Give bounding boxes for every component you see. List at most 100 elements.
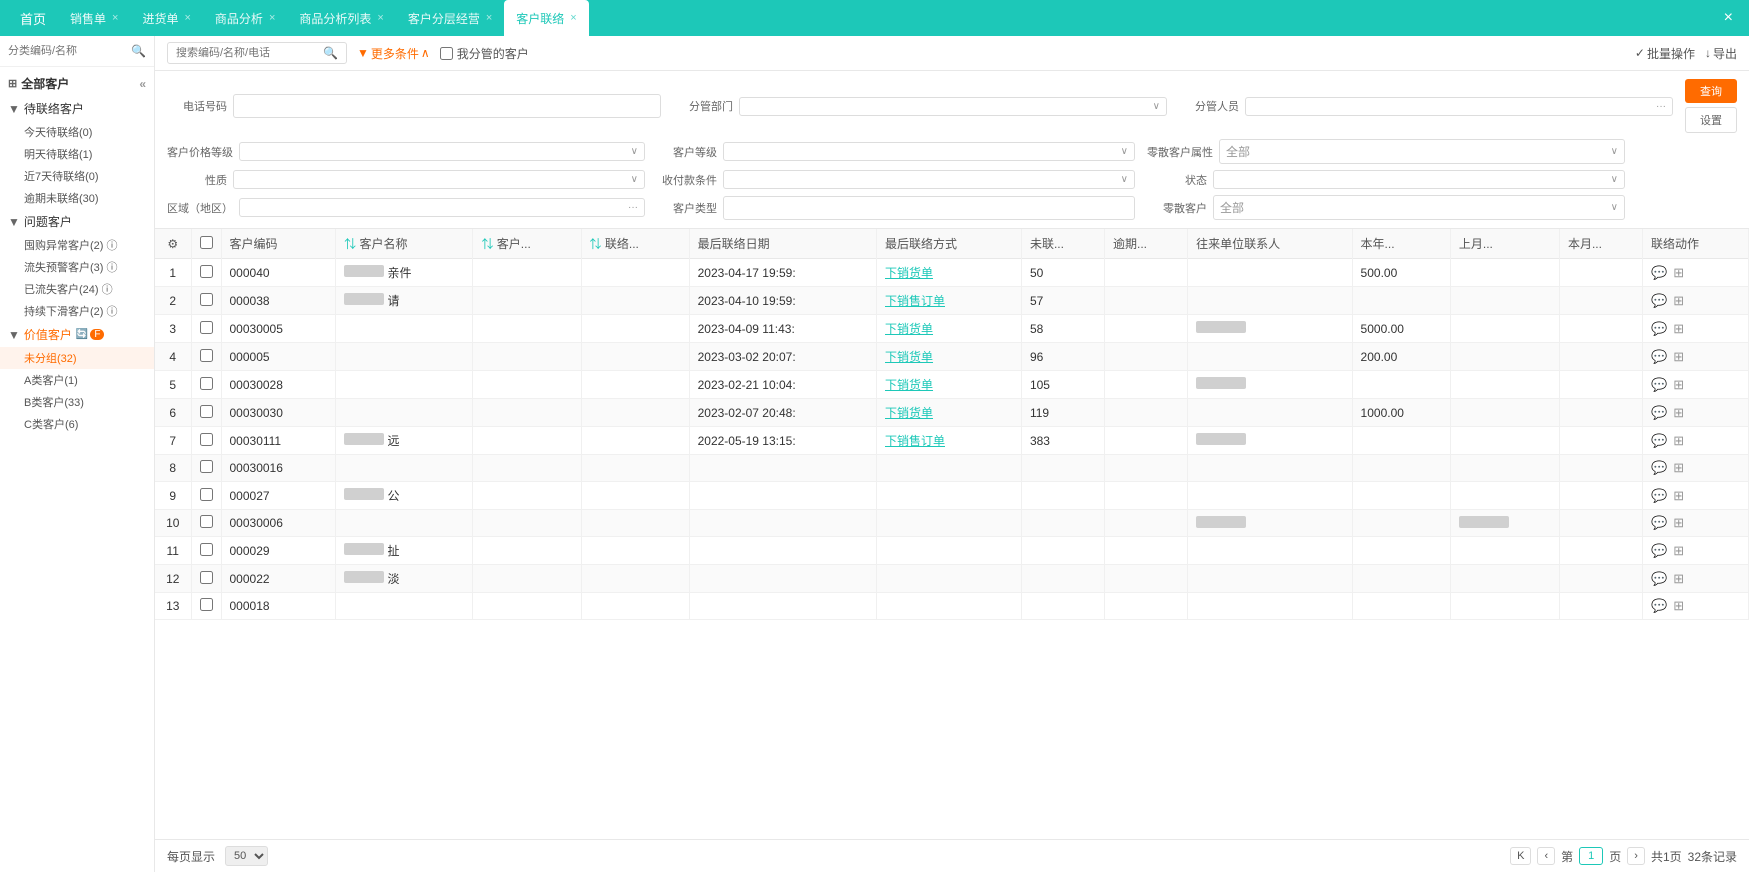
chat-icon[interactable]: 💬 [1651,433,1667,449]
grid-action-icon[interactable]: ⊞ [1673,321,1684,337]
chat-icon[interactable]: 💬 [1651,293,1667,309]
section-value-customers[interactable]: ▼ 价值客户 🔄 F [0,322,154,347]
nav-tab-analysis-list[interactable]: 商品分析列表 × [287,0,395,36]
row-checkbox[interactable] [200,543,213,556]
sidebar-item-class-c[interactable]: C类客户(6) [0,413,154,435]
sort-icon3[interactable]: ⇅ [590,237,602,251]
price-level-select[interactable]: ∨ [239,142,645,161]
nav-tab-contact[interactable]: 客户联络 × [504,0,588,36]
dept-select[interactable]: ∨ [739,97,1167,116]
first-page-btn[interactable]: K [1510,847,1531,865]
grid-action-icon[interactable]: ⊞ [1673,405,1684,421]
chat-icon[interactable]: 💬 [1651,349,1667,365]
settings-icon[interactable]: ⚙ [167,237,178,251]
row-checkbox[interactable] [200,515,213,528]
contact-type-link[interactable]: 下销货单 [885,266,933,280]
col-settings[interactable]: ⚙ [155,229,191,259]
chat-icon[interactable]: 💬 [1651,515,1667,531]
contact-type-link[interactable]: 下销货单 [885,406,933,420]
row-checkbox[interactable] [200,598,213,611]
grid-action-icon[interactable]: ⊞ [1673,515,1684,531]
region-select[interactable]: ··· [239,198,645,217]
per-page-select[interactable]: 50 [225,846,268,866]
cust-level-select[interactable]: ∨ [723,142,1135,161]
next-page-btn[interactable]: › [1627,847,1645,865]
more-filters-btn[interactable]: ▼ 更多条件 ∧ [357,45,430,62]
nav-tab-crm[interactable]: 客户分层经营 × [396,0,504,36]
my-customers-filter[interactable]: 我分管的客户 [440,45,529,62]
row-checkbox[interactable] [200,321,213,334]
sidebar-item-churned[interactable]: 已流失客户(24) ⓘ [0,278,154,300]
sidebar-search-input[interactable] [8,45,127,57]
grid-action-icon[interactable]: ⊞ [1673,293,1684,309]
sort-icon2[interactable]: ⇅ [481,237,493,251]
sidebar-item-7days[interactable]: 近7天待联络(0) [0,165,154,187]
nav-tab-purchase[interactable]: 进货单 × [130,0,202,36]
grid-action-icon[interactable]: ⊞ [1673,460,1684,476]
row-checkbox[interactable] [200,571,213,584]
chat-icon[interactable]: 💬 [1651,265,1667,281]
chat-icon[interactable]: 💬 [1651,377,1667,393]
status-select[interactable]: ∨ [1213,170,1625,189]
sidebar-item-churn-warning[interactable]: 流失预警客户(3) ⓘ [0,256,154,278]
chat-icon[interactable]: 💬 [1651,571,1667,587]
close-analysis-tab[interactable]: × [269,12,275,24]
grid-action-icon[interactable]: ⊞ [1673,433,1684,449]
section-pending-contact[interactable]: ▼ 待联络客户 [0,96,154,121]
row-checkbox[interactable] [200,488,213,501]
grid-action-icon[interactable]: ⊞ [1673,488,1684,504]
sidebar-item-tomorrow[interactable]: 明天待联络(1) [0,143,154,165]
query-btn[interactable]: 查询 [1685,79,1737,103]
window-close-btn[interactable]: × [1716,9,1741,27]
sidebar-all-customers[interactable]: ⊞ 全部客户 « [0,67,154,96]
sidebar-item-declining[interactable]: 持续下滑客户(2) ⓘ [0,300,154,322]
nav-tab-analysis[interactable]: 商品分析 × [203,0,287,36]
chat-icon[interactable]: 💬 [1651,598,1667,614]
sidebar-item-class-b[interactable]: B类客户(33) [0,391,154,413]
chat-icon[interactable]: 💬 [1651,321,1667,337]
retail-cust-select[interactable]: 全部 ∨ [1213,195,1625,220]
batch-op-btn[interactable]: ✓ 批量操作 [1635,45,1695,62]
sidebar-item-class-a[interactable]: A类客户(1) [0,369,154,391]
close-contact-tab[interactable]: × [570,12,576,24]
sort-icon[interactable]: ⇅ [344,237,356,251]
cust-type-input[interactable] [723,196,1135,220]
select-all-checkbox[interactable] [200,236,213,249]
row-checkbox[interactable] [200,265,213,278]
my-customers-checkbox[interactable] [440,47,453,60]
row-checkbox[interactable] [200,293,213,306]
reset-btn[interactable]: 设置 [1685,107,1737,133]
row-checkbox[interactable] [200,433,213,446]
retail-attr-select[interactable]: 全部 ∨ [1219,139,1625,164]
prev-page-btn[interactable]: ‹ [1537,847,1555,865]
sidebar-collapse-btn[interactable]: « [139,77,146,91]
close-sales-tab[interactable]: × [112,12,118,24]
chat-icon[interactable]: 💬 [1651,488,1667,504]
payment-select[interactable]: ∨ [723,170,1135,189]
close-analysis-list-tab[interactable]: × [377,12,383,24]
section-problem-customers[interactable]: ▼ 问题客户 [0,209,154,234]
contact-type-link[interactable]: 下销货单 [885,322,933,336]
row-checkbox[interactable] [200,377,213,390]
sidebar-item-ungrouped[interactable]: 未分组(32) [0,347,154,369]
close-purchase-tab[interactable]: × [184,12,190,24]
contact-type-link[interactable]: 下销货单 [885,350,933,364]
refresh-icon[interactable]: 🔄 [76,329,88,340]
nav-tab-sales[interactable]: 销售单 × [58,0,130,36]
search-input[interactable] [176,47,323,59]
manager-select[interactable]: ··· [1245,97,1673,116]
row-checkbox[interactable] [200,405,213,418]
grid-action-icon[interactable]: ⊞ [1673,598,1684,614]
contact-type-link[interactable]: 下销货单 [885,378,933,392]
chat-icon[interactable]: 💬 [1651,405,1667,421]
chat-icon[interactable]: 💬 [1651,460,1667,476]
grid-action-icon[interactable]: ⊞ [1673,543,1684,559]
sidebar-item-abnormal[interactable]: 囤购异常客户(2) ⓘ [0,234,154,256]
close-crm-tab[interactable]: × [486,12,492,24]
phone-input[interactable] [233,94,661,118]
search-box[interactable]: 🔍 [167,42,347,64]
grid-action-icon[interactable]: ⊞ [1673,571,1684,587]
export-btn[interactable]: ↓ 导出 [1705,45,1737,62]
nav-home[interactable]: 首页 [8,0,58,36]
grid-action-icon[interactable]: ⊞ [1673,265,1684,281]
